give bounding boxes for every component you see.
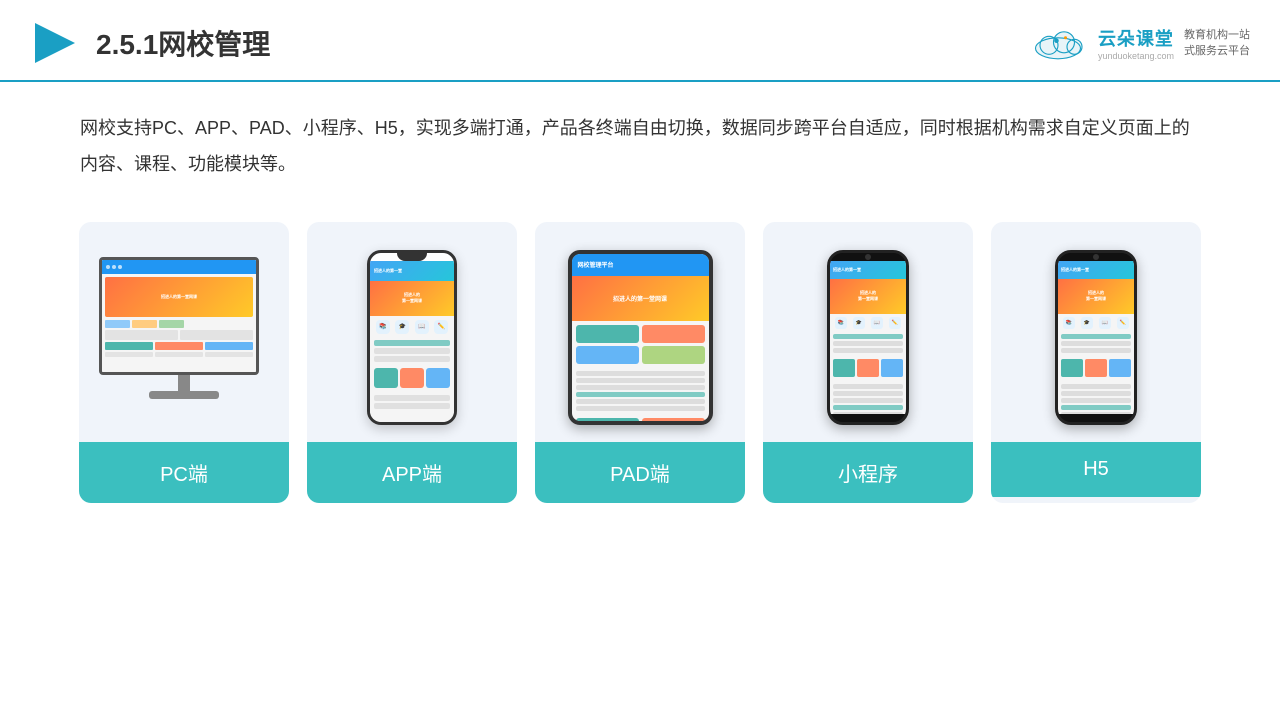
pc-monitor-mockup: 招进人的第一堂网课: [99, 257, 269, 417]
card-app: 招进人的第一堂 招进人的第一堂网课 📚 🎓 📖 ✏️: [307, 222, 517, 503]
h5-phone-mockup: 招进人的第一堂 招进人的第一堂网课 📚 🎓 📖 ✏️: [1055, 250, 1137, 425]
card-miniprogram: 招进人的第一堂 招进人的第一堂网课 📚 🎓 📖 ✏️: [763, 222, 973, 503]
logo-slogan: 教育机构一站 式服务云平台: [1184, 27, 1250, 60]
app-phone-mockup: 招进人的第一堂 招进人的第一堂网课 📚 🎓 📖 ✏️: [367, 250, 457, 425]
card-pc-image: 招进人的第一堂网课: [79, 222, 289, 442]
logo-text-block: 云朵课堂 yunduoketang.com: [1098, 25, 1174, 61]
card-h5: 招进人的第一堂 招进人的第一堂网课 📚 🎓 📖 ✏️: [991, 222, 1201, 503]
logo-name: 云朵课堂: [1098, 25, 1174, 51]
miniprogram-phone-mockup: 招进人的第一堂 招进人的第一堂网课 📚 🎓 📖 ✏️: [827, 250, 909, 425]
description-text: 网校支持PC、APP、PAD、小程序、H5，实现多端打通，产品各终端自由切换，数…: [0, 82, 1280, 192]
card-pad-label: PAD端: [535, 442, 745, 503]
card-miniprogram-image: 招进人的第一堂 招进人的第一堂网课 📚 🎓 📖 ✏️: [763, 222, 973, 442]
logo-area: 云朵课堂 yunduoketang.com 教育机构一站 式服务云平台: [1028, 23, 1250, 63]
card-h5-image: 招进人的第一堂 招进人的第一堂网课 📚 🎓 📖 ✏️: [991, 222, 1201, 442]
play-icon: [30, 18, 80, 68]
card-h5-label: H5: [991, 442, 1201, 497]
card-pad: 网校管理平台 招进人的第一堂网课: [535, 222, 745, 503]
card-pc-label: PC端: [79, 442, 289, 503]
cloud-logo-icon: [1028, 23, 1088, 63]
pad-mockup: 网校管理平台 招进人的第一堂网课: [568, 250, 713, 425]
page-title: 2.5.1网校管理: [96, 23, 270, 63]
cards-container: 招进人的第一堂网课: [0, 192, 1280, 503]
card-miniprogram-label: 小程序: [763, 442, 973, 503]
card-app-image: 招进人的第一堂 招进人的第一堂网课 📚 🎓 📖 ✏️: [307, 222, 517, 442]
card-app-label: APP端: [307, 442, 517, 503]
card-pc: 招进人的第一堂网课: [79, 222, 289, 503]
header-left: 2.5.1网校管理: [30, 18, 270, 68]
page-header: 2.5.1网校管理 云朵课堂 yunduoketang.com 教育机构一站 式…: [0, 0, 1280, 82]
card-pad-image: 网校管理平台 招进人的第一堂网课: [535, 222, 745, 442]
logo-url: yunduoketang.com: [1098, 51, 1174, 61]
